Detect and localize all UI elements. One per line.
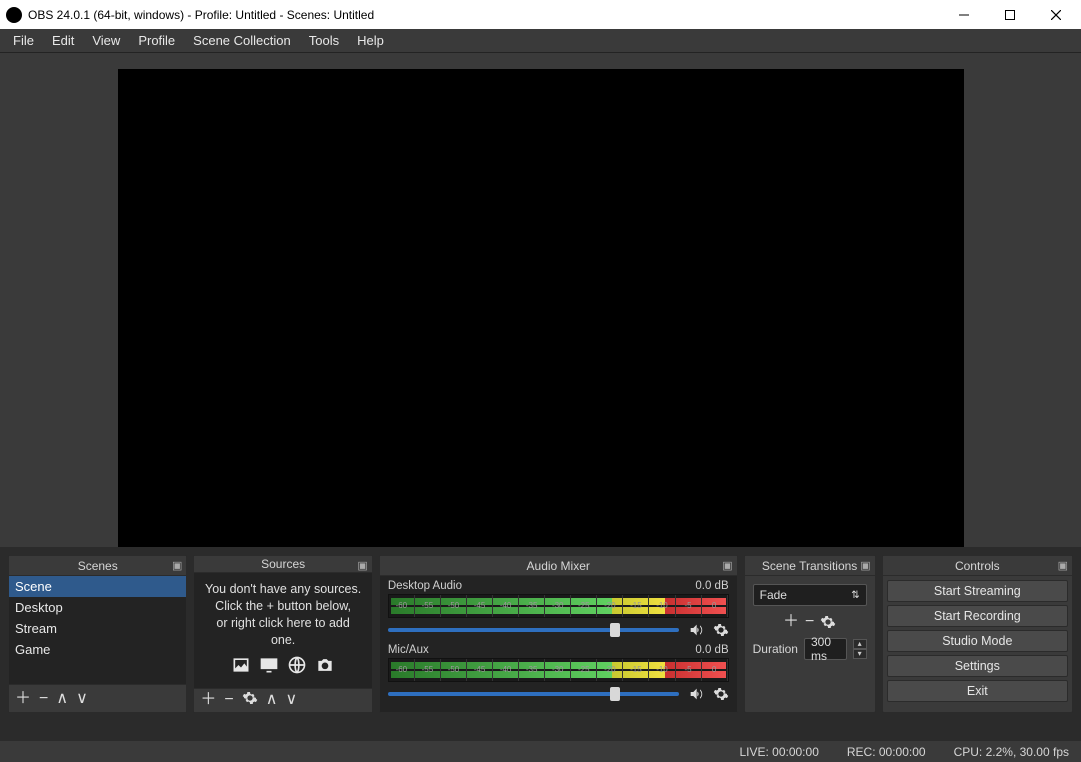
gear-icon[interactable] [820, 614, 836, 630]
studio-mode-button[interactable]: Studio Mode [887, 630, 1068, 652]
browser-source-icon [286, 655, 308, 680]
controls-dock-title: Controls [955, 559, 1000, 573]
menu-tools[interactable]: Tools [300, 30, 348, 51]
scene-item[interactable]: Desktop [9, 597, 186, 618]
scene-item[interactable]: Scene [9, 576, 186, 597]
audio-track-name: Mic/Aux [388, 644, 429, 656]
move-scene-down-button[interactable]: ∨ [76, 691, 88, 707]
start-recording-button[interactable]: Start Recording [887, 605, 1068, 627]
audio-track: Desktop Audio 0.0 dB -60-55-50-45-40-35-… [388, 580, 729, 638]
dock-popout-icon[interactable]: ▣ [1058, 559, 1068, 572]
obs-app-icon [6, 7, 22, 23]
gear-icon[interactable] [713, 622, 729, 638]
status-bar: LIVE: 00:00:00 REC: 00:00:00 CPU: 2.2%, … [0, 740, 1081, 762]
display-source-icon [258, 655, 280, 680]
exit-button[interactable]: Exit [887, 680, 1068, 702]
add-scene-button[interactable]: ＋ [15, 691, 31, 707]
transition-select[interactable]: Fade ⇅ [753, 584, 867, 606]
sources-empty-line: or right click here to add one. [204, 615, 361, 649]
speaker-icon[interactable] [687, 622, 705, 638]
chevron-updown-icon: ⇅ [851, 590, 859, 601]
dock-popout-icon[interactable]: ▣ [172, 559, 182, 572]
menu-edit[interactable]: Edit [43, 30, 83, 51]
remove-source-button[interactable]: − [224, 692, 233, 708]
dock-popout-icon[interactable]: ▣ [357, 559, 367, 572]
source-properties-button[interactable] [242, 690, 258, 710]
menu-scene-collection[interactable]: Scene Collection [184, 30, 300, 51]
window-minimize-button[interactable] [941, 0, 987, 29]
window-titlebar: OBS 24.0.1 (64-bit, windows) - Profile: … [0, 0, 1081, 29]
duration-label: Duration [753, 642, 798, 656]
sources-empty-line: Click the + button below, [204, 598, 361, 615]
window-maximize-button[interactable] [987, 0, 1033, 29]
add-transition-button[interactable]: ＋ [783, 614, 799, 630]
menu-view[interactable]: View [83, 30, 129, 51]
duration-spinner[interactable]: ▴▾ [853, 639, 867, 659]
sources-empty-line: You don't have any sources. [204, 581, 361, 598]
transition-selected-label: Fade [760, 588, 787, 602]
sources-empty-message[interactable]: You don't have any sources. Click the + … [194, 573, 371, 687]
preview-area [0, 53, 1081, 547]
audio-track-name: Desktop Audio [388, 580, 462, 592]
mixer-dock-title: Audio Mixer [527, 559, 590, 573]
settings-button[interactable]: Settings [887, 655, 1068, 677]
menu-help[interactable]: Help [348, 30, 393, 51]
window-title: OBS 24.0.1 (64-bit, windows) - Profile: … [28, 8, 941, 22]
controls-dock: Controls ▣ Start Streaming Start Recordi… [882, 555, 1073, 713]
preview-canvas[interactable] [118, 69, 964, 547]
start-streaming-button[interactable]: Start Streaming [887, 580, 1068, 602]
move-source-down-button[interactable]: ∨ [285, 692, 297, 708]
transitions-dock-title: Scene Transitions [762, 559, 857, 573]
speaker-icon[interactable] [687, 686, 705, 702]
dock-popout-icon[interactable]: ▣ [722, 559, 732, 572]
audio-track: Mic/Aux 0.0 dB -60-55-50-45-40-35-30-25-… [388, 644, 729, 702]
audio-meter: -60-55-50-45-40-35-30-25-20-15-10-50 [388, 594, 729, 618]
remove-scene-button[interactable]: − [39, 691, 48, 707]
scene-item[interactable]: Game [9, 639, 186, 660]
scene-list: Scene Desktop Stream Game [9, 576, 186, 660]
scenes-dock-title: Scenes [78, 559, 118, 573]
move-source-up-button[interactable]: ∧ [266, 692, 278, 708]
audio-track-level: 0.0 dB [695, 644, 728, 656]
sources-dock-title: Sources [261, 557, 305, 571]
scenes-dock: Scenes ▣ Scene Desktop Stream Game ＋ − ∧… [8, 555, 187, 713]
window-close-button[interactable] [1033, 0, 1079, 29]
volume-slider[interactable] [388, 628, 679, 632]
status-live: LIVE: 00:00:00 [739, 745, 818, 759]
menu-bar: File Edit View Profile Scene Collection … [0, 29, 1081, 53]
audio-track-level: 0.0 dB [695, 580, 728, 592]
remove-transition-button[interactable]: − [805, 614, 814, 630]
status-cpu: CPU: 2.2%, 30.00 fps [954, 745, 1069, 759]
scene-transitions-dock: Scene Transitions ▣ Fade ⇅ ＋ − Duration … [744, 555, 876, 713]
move-scene-up-button[interactable]: ∧ [56, 691, 68, 707]
audio-mixer-dock: Audio Mixer ▣ Desktop Audio 0.0 dB -60-5… [379, 555, 738, 713]
image-source-icon [230, 655, 252, 680]
audio-meter: -60-55-50-45-40-35-30-25-20-15-10-50 [388, 658, 729, 682]
duration-input[interactable]: 300 ms [804, 638, 847, 660]
add-source-button[interactable]: ＋ [200, 692, 216, 708]
menu-file[interactable]: File [4, 30, 43, 51]
scene-item[interactable]: Stream [9, 618, 186, 639]
gear-icon[interactable] [713, 686, 729, 702]
menu-profile[interactable]: Profile [129, 30, 184, 51]
camera-source-icon [314, 655, 336, 680]
dock-popout-icon[interactable]: ▣ [860, 559, 870, 572]
status-rec: REC: 00:00:00 [847, 745, 926, 759]
sources-dock: Sources ▣ You don't have any sources. Cl… [193, 555, 372, 713]
volume-slider[interactable] [388, 692, 679, 696]
